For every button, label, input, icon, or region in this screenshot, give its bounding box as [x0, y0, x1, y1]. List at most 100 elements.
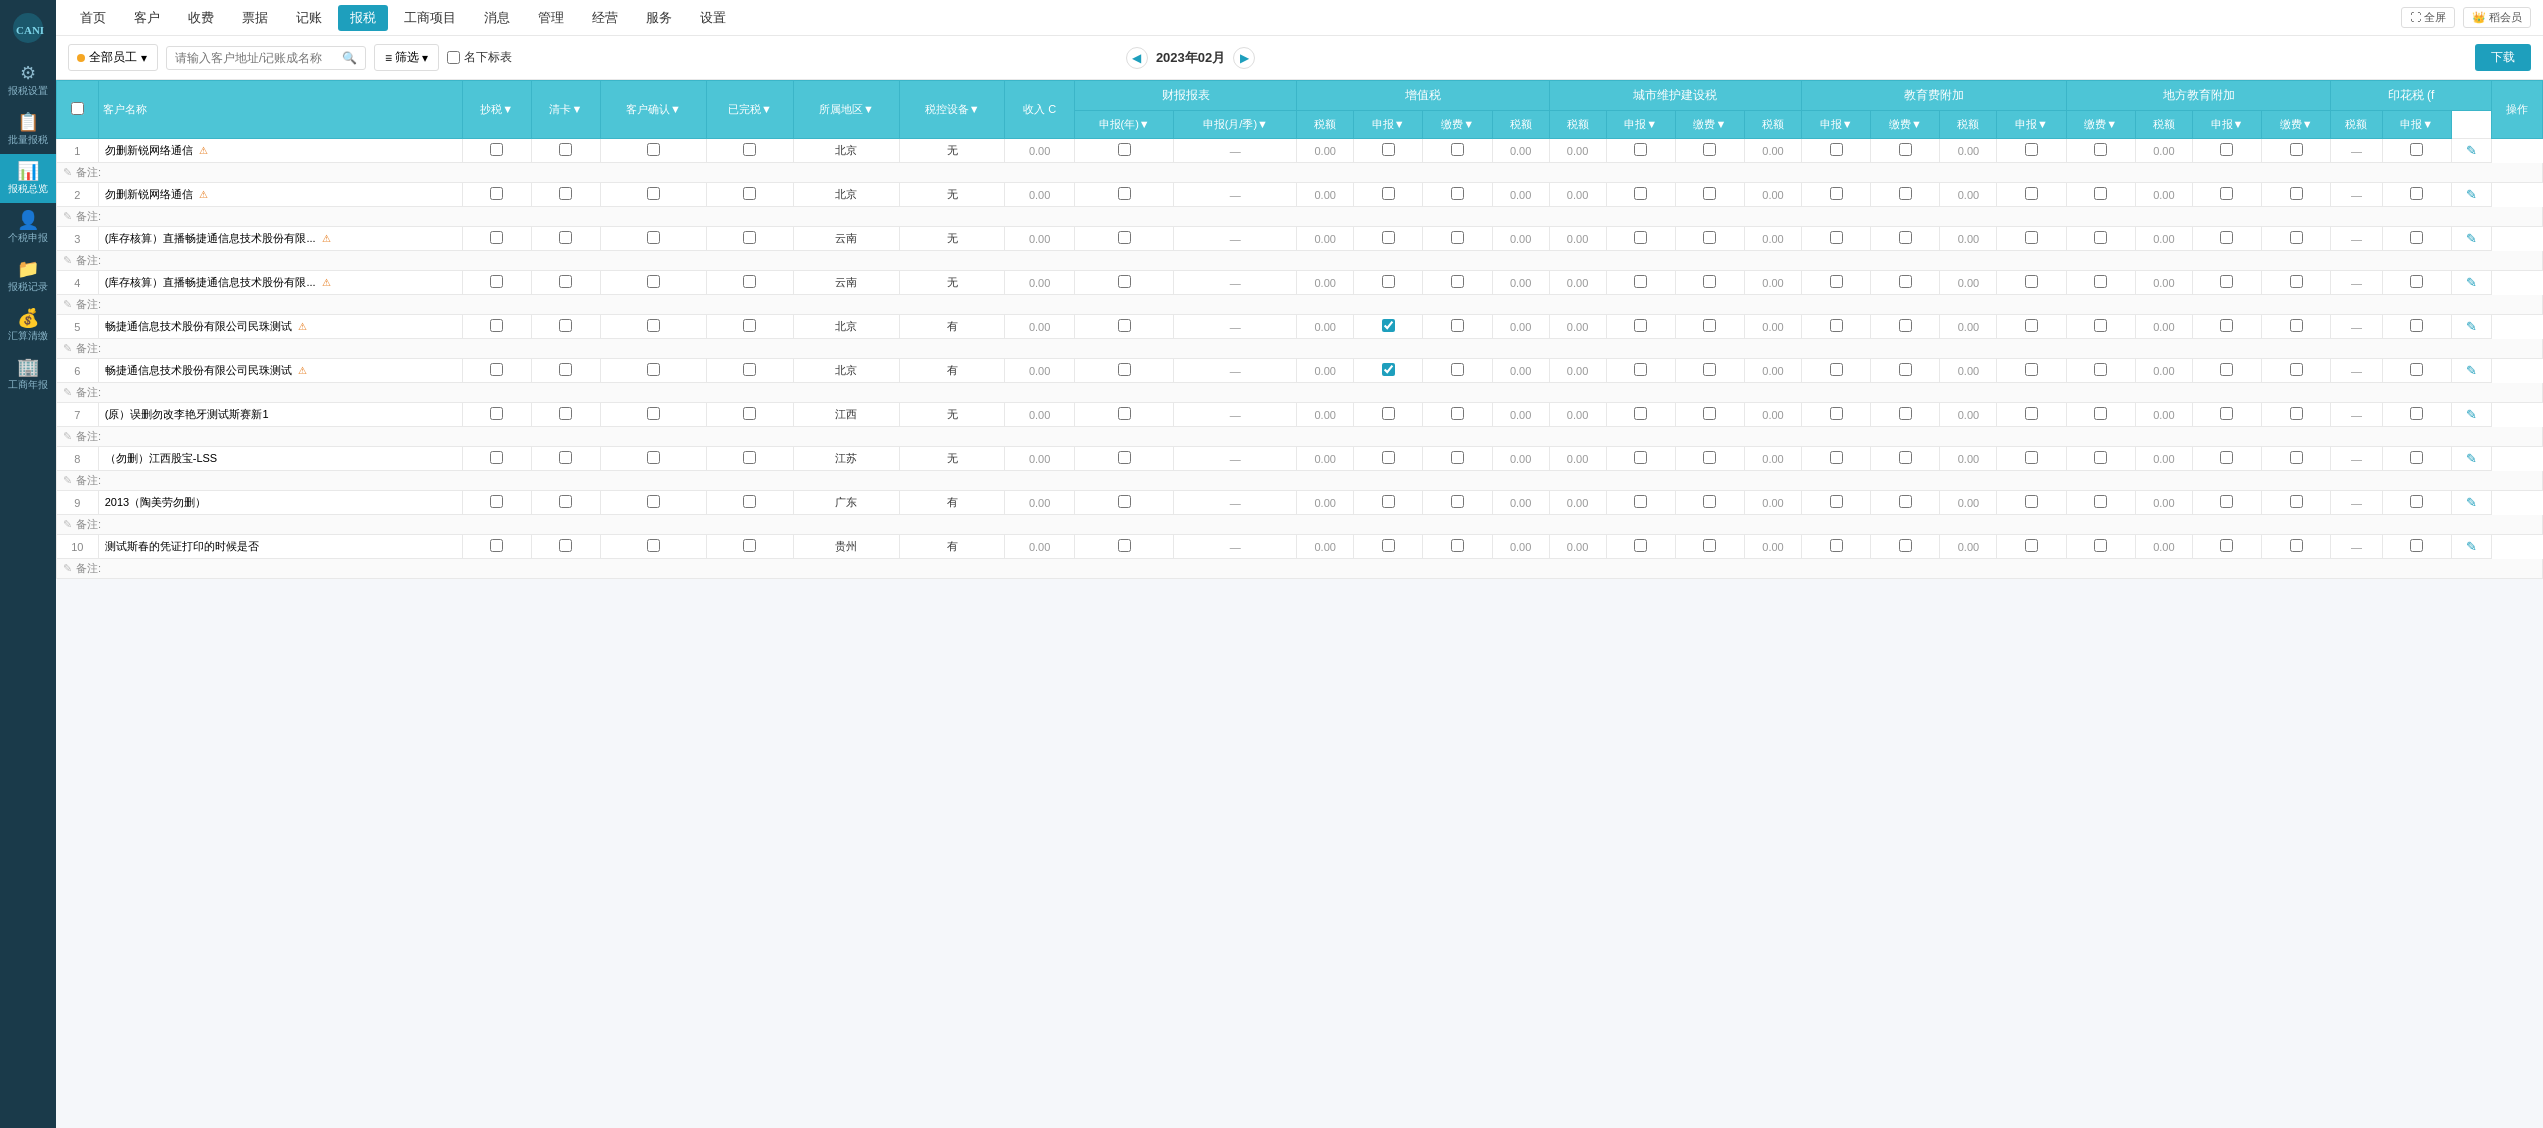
row-checkbox[interactable]: [647, 187, 660, 200]
row-checkbox[interactable]: [1451, 495, 1464, 508]
row-checkbox[interactable]: [2410, 363, 2423, 376]
row-checkbox[interactable]: [2094, 407, 2107, 420]
row-checkbox[interactable]: [1118, 319, 1131, 332]
row-checkbox[interactable]: [490, 275, 503, 288]
row-checkbox[interactable]: [1451, 363, 1464, 376]
row-checkbox[interactable]: [1382, 275, 1395, 288]
edit-icon[interactable]: ✎: [2466, 319, 2477, 334]
row-checkbox[interactable]: [2094, 319, 2107, 332]
row-checkbox[interactable]: [490, 363, 503, 376]
row-checkbox[interactable]: [1899, 407, 1912, 420]
sidebar-item-personal-tax[interactable]: 👤 个税申报: [0, 203, 56, 252]
row-checkbox[interactable]: [559, 539, 572, 552]
row-checkbox[interactable]: [743, 231, 756, 244]
row-checkbox[interactable]: [2025, 187, 2038, 200]
row-checkbox[interactable]: [2290, 539, 2303, 552]
edit-icon[interactable]: ✎: [2466, 187, 2477, 202]
row-checkbox[interactable]: [647, 319, 660, 332]
row-checkbox[interactable]: [559, 143, 572, 156]
row-checkbox[interactable]: [1899, 319, 1912, 332]
row-checkbox[interactable]: [1382, 231, 1395, 244]
row-checkbox[interactable]: [2410, 231, 2423, 244]
row-checkbox[interactable]: [1451, 187, 1464, 200]
row-checkbox[interactable]: [559, 231, 572, 244]
row-checkbox[interactable]: [2410, 143, 2423, 156]
nav-operate[interactable]: 经营: [580, 5, 630, 31]
row-checkbox[interactable]: [1703, 539, 1716, 552]
row-checkbox[interactable]: [1634, 231, 1647, 244]
row-checkbox[interactable]: [1899, 143, 1912, 156]
nav-tax[interactable]: 报税: [338, 5, 388, 31]
row-checkbox[interactable]: [647, 407, 660, 420]
row-checkbox[interactable]: [1451, 231, 1464, 244]
row-checkbox[interactable]: [1830, 187, 1843, 200]
search-input[interactable]: [175, 51, 338, 65]
row-checkbox[interactable]: [1451, 143, 1464, 156]
row-checkbox[interactable]: [559, 319, 572, 332]
edit-icon[interactable]: ✎: [2466, 539, 2477, 554]
row-checkbox[interactable]: [1899, 451, 1912, 464]
row-checkbox[interactable]: [1118, 231, 1131, 244]
row-checkbox[interactable]: [2094, 187, 2107, 200]
row-checkbox[interactable]: [2410, 407, 2423, 420]
name-tag-checkbox[interactable]: [447, 51, 460, 64]
row-checkbox[interactable]: [2290, 231, 2303, 244]
row-checkbox[interactable]: [2025, 275, 2038, 288]
download-button[interactable]: 下载: [2475, 44, 2531, 71]
row-checkbox[interactable]: [2290, 363, 2303, 376]
row-checkbox[interactable]: [2410, 319, 2423, 332]
sidebar-item-tax-records[interactable]: 📁 报税记录: [0, 252, 56, 301]
nav-service[interactable]: 服务: [634, 5, 684, 31]
row-checkbox[interactable]: [2094, 231, 2107, 244]
row-checkbox[interactable]: [743, 275, 756, 288]
row-checkbox[interactable]: [1899, 495, 1912, 508]
row-checkbox[interactable]: [1382, 495, 1395, 508]
row-checkbox[interactable]: [2220, 187, 2233, 200]
fullscreen-btn[interactable]: ⛶ 全屏: [2401, 7, 2455, 28]
row-checkbox[interactable]: [1703, 231, 1716, 244]
edit-icon[interactable]: ✎: [2466, 231, 2477, 246]
row-checkbox[interactable]: [2410, 539, 2423, 552]
row-checkbox[interactable]: [647, 451, 660, 464]
row-checkbox[interactable]: [1118, 407, 1131, 420]
row-checkbox[interactable]: [647, 275, 660, 288]
row-checkbox[interactable]: [1703, 363, 1716, 376]
sidebar-item-annual-report[interactable]: 🏢 工商年报: [0, 350, 56, 399]
row-checkbox[interactable]: [1118, 495, 1131, 508]
row-checkbox[interactable]: [559, 451, 572, 464]
row-checkbox[interactable]: [559, 275, 572, 288]
row-checkbox[interactable]: [2410, 275, 2423, 288]
row-checkbox[interactable]: [1634, 187, 1647, 200]
row-checkbox[interactable]: [490, 451, 503, 464]
row-checkbox[interactable]: [1118, 451, 1131, 464]
row-checkbox[interactable]: [1634, 275, 1647, 288]
row-checkbox[interactable]: [2410, 495, 2423, 508]
row-checkbox[interactable]: [1451, 539, 1464, 552]
row-checkbox[interactable]: [1382, 143, 1395, 156]
row-checkbox[interactable]: [743, 539, 756, 552]
row-checkbox[interactable]: [647, 495, 660, 508]
prev-month-btn[interactable]: ◀: [1126, 47, 1148, 69]
row-checkbox[interactable]: [490, 539, 503, 552]
row-checkbox[interactable]: [2025, 495, 2038, 508]
row-checkbox[interactable]: [743, 187, 756, 200]
row-checkbox[interactable]: [2290, 275, 2303, 288]
row-checkbox[interactable]: [2220, 407, 2233, 420]
row-checkbox[interactable]: [647, 539, 660, 552]
row-checkbox[interactable]: [2025, 319, 2038, 332]
select-all-checkbox[interactable]: [71, 102, 84, 115]
edit-icon[interactable]: ✎: [2466, 275, 2477, 290]
row-checkbox[interactable]: [1118, 363, 1131, 376]
row-checkbox[interactable]: [2094, 495, 2107, 508]
row-checkbox[interactable]: [1634, 407, 1647, 420]
row-checkbox[interactable]: [490, 495, 503, 508]
row-checkbox[interactable]: [1382, 319, 1395, 332]
nav-invoice[interactable]: 票据: [230, 5, 280, 31]
row-checkbox[interactable]: [1118, 539, 1131, 552]
sidebar-item-batch-tax[interactable]: 📋 批量报税: [0, 105, 56, 154]
row-checkbox[interactable]: [2094, 275, 2107, 288]
row-checkbox[interactable]: [2220, 143, 2233, 156]
row-checkbox[interactable]: [2220, 319, 2233, 332]
row-checkbox[interactable]: [559, 407, 572, 420]
row-checkbox[interactable]: [1703, 407, 1716, 420]
